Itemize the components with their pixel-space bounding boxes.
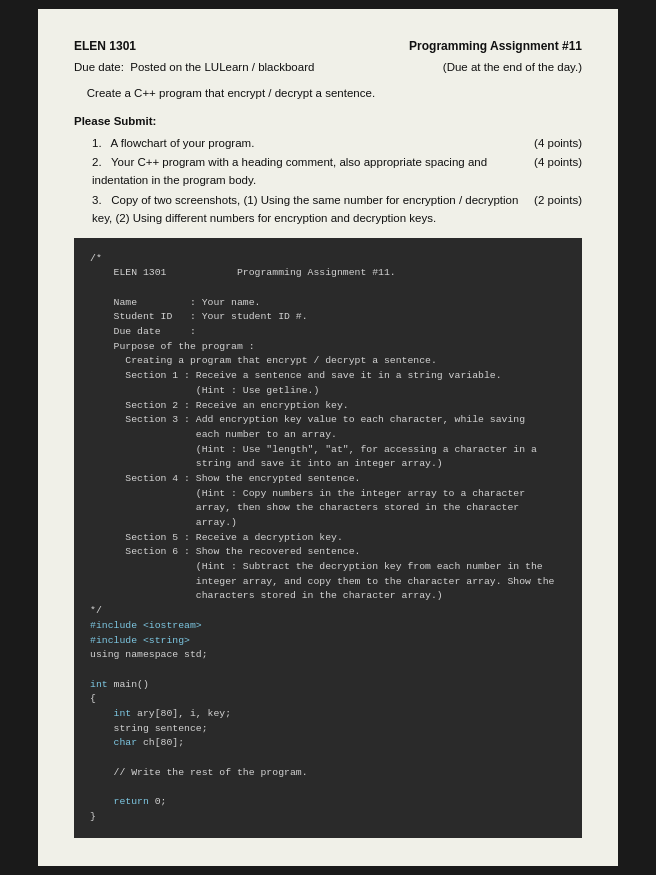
due-date-line: Due date: Posted on the LULearn / blackb… [74,59,582,77]
create-line: Create a C++ program that encrypt / decr… [74,85,582,103]
submit-list: 1. A flowchart of your program. (4 point… [92,135,582,228]
submit-item-3: 3. Copy of two screenshots, (1) Using th… [92,192,582,228]
submit-item-1: 1. A flowchart of your program. (4 point… [92,135,582,153]
assignment-title: Programming Assignment #11 [409,37,582,56]
code-includes: #include <iostream> #include <string> [90,620,202,646]
due-date-note: (Due at the end of the day.) [443,59,582,77]
due-date-text: Due date: Posted on the LULearn / blackb… [74,59,314,77]
code-comment-header: /* ELEN 1301 Programming Assignment #11.… [90,253,554,617]
page-container: ELEN 1301 Programming Assignment #11 Due… [0,0,656,875]
course-title: ELEN 1301 [74,37,136,56]
document: ELEN 1301 Programming Assignment #11 Due… [38,9,618,867]
code-block: /* ELEN 1301 Programming Assignment #11.… [74,238,582,839]
submit-item-2: 2. Your C++ program with a heading comme… [92,154,582,190]
doc-header: ELEN 1301 Programming Assignment #11 [74,37,582,56]
please-submit-label: Please Submit: [74,113,582,131]
